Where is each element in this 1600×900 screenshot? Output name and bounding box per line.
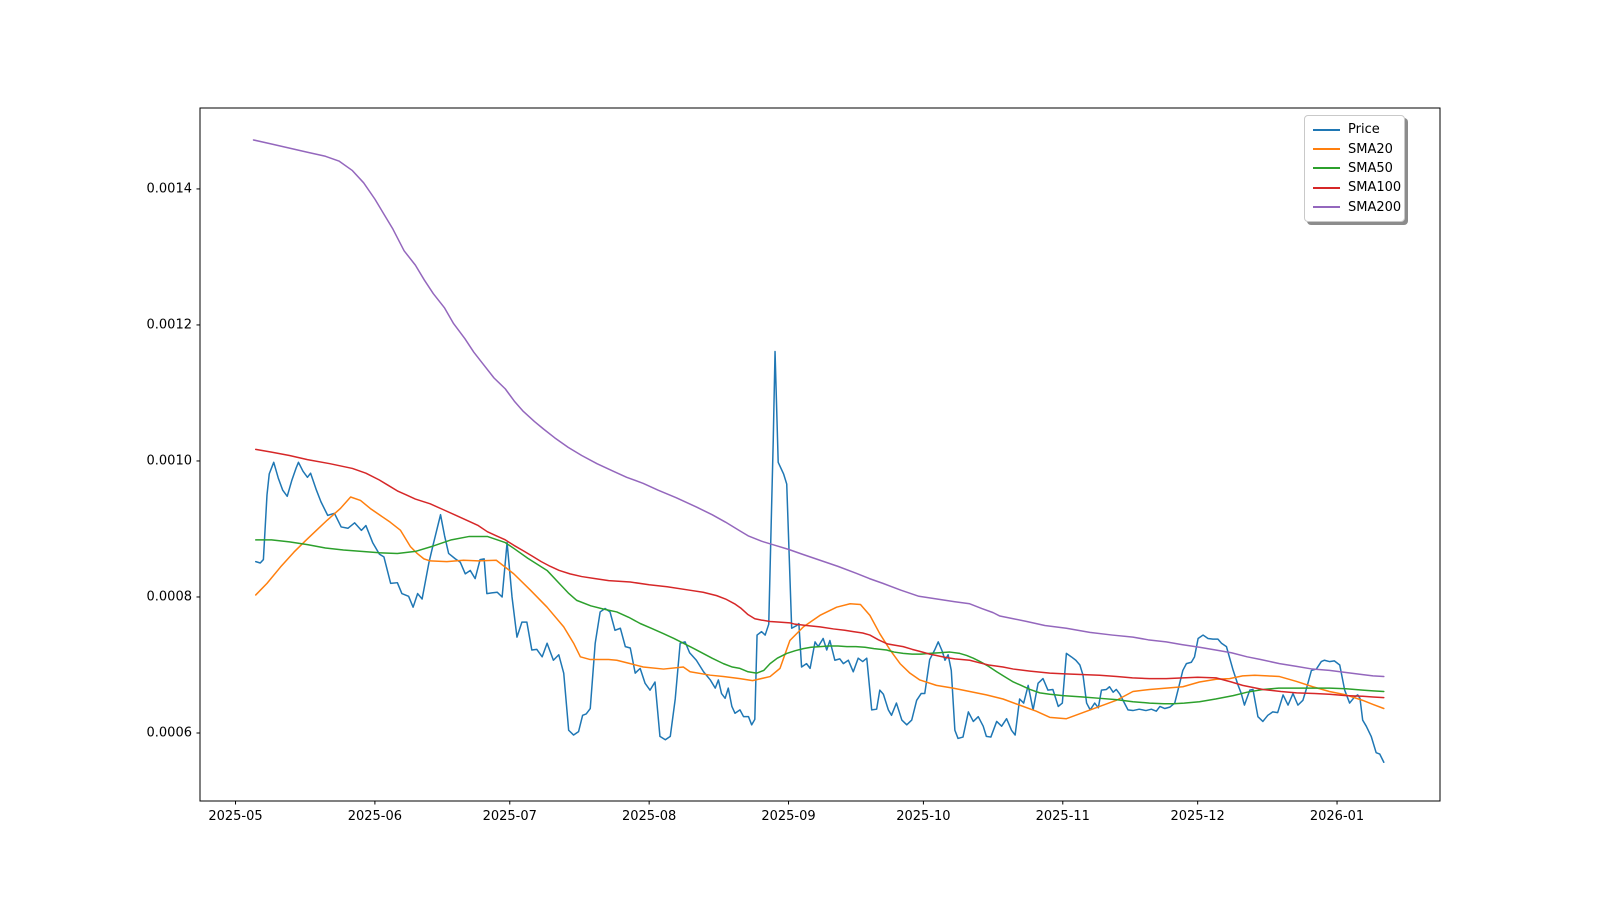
series-line-sma100 (255, 448, 1385, 699)
legend-item-label: SMA20 (1348, 141, 1393, 157)
y-tick-label: 0.0010 (146, 453, 193, 469)
y-tick-label: 0.0012 (146, 317, 193, 333)
legend-item-sma200: SMA200 (1313, 201, 1401, 214)
x-tick-label: 2026-01 (1309, 809, 1365, 824)
legend-item-label: Price (1348, 122, 1380, 138)
series-line-sma20 (255, 496, 1385, 720)
legend-item-label: SMA100 (1348, 180, 1402, 196)
legend-item-sma50: SMA50 (1313, 162, 1396, 175)
series-line-price (255, 350, 1385, 763)
series-line-sma50 (255, 535, 1385, 705)
x-tick-label: 2025-08 (621, 809, 677, 824)
legend-item-sma100: SMA100 (1313, 181, 1401, 194)
legend-line-sample-icon (1313, 206, 1340, 209)
y-tick-label: 0.0014 (146, 181, 193, 197)
legend-item-label: SMA200 (1348, 199, 1402, 215)
legend-line-sample-icon (1313, 167, 1340, 170)
y-tick-label: 0.0008 (146, 589, 193, 605)
y-tick-label: 0.0006 (146, 725, 193, 741)
x-tick-label: 2025-05 (208, 809, 263, 824)
legend-line-sample-icon (1313, 186, 1340, 189)
legend: Price SMA20 SMA50 SMA100 SMA200 (1304, 115, 1405, 222)
legend-item-label: SMA50 (1348, 160, 1393, 176)
x-tick-label: 2025-12 (1170, 809, 1225, 824)
x-tick-label: 2025-10 (896, 809, 951, 824)
x-tick-label: 2025-06 (347, 809, 403, 824)
legend-line-sample-icon (1313, 148, 1340, 151)
figure: 0.0006 0.0008 0.0010 0.0012 0.0014 2025-05 20… (0, 0, 1600, 900)
legend-line-sample-icon (1313, 128, 1340, 131)
x-tick-label: 2025-09 (761, 809, 816, 824)
legend-item-sma20: SMA20 (1313, 143, 1396, 156)
legend-item-price: Price (1313, 123, 1396, 136)
x-tick-label: 2025-11 (1035, 809, 1090, 824)
x-tick-label: 2025-07 (482, 809, 537, 824)
